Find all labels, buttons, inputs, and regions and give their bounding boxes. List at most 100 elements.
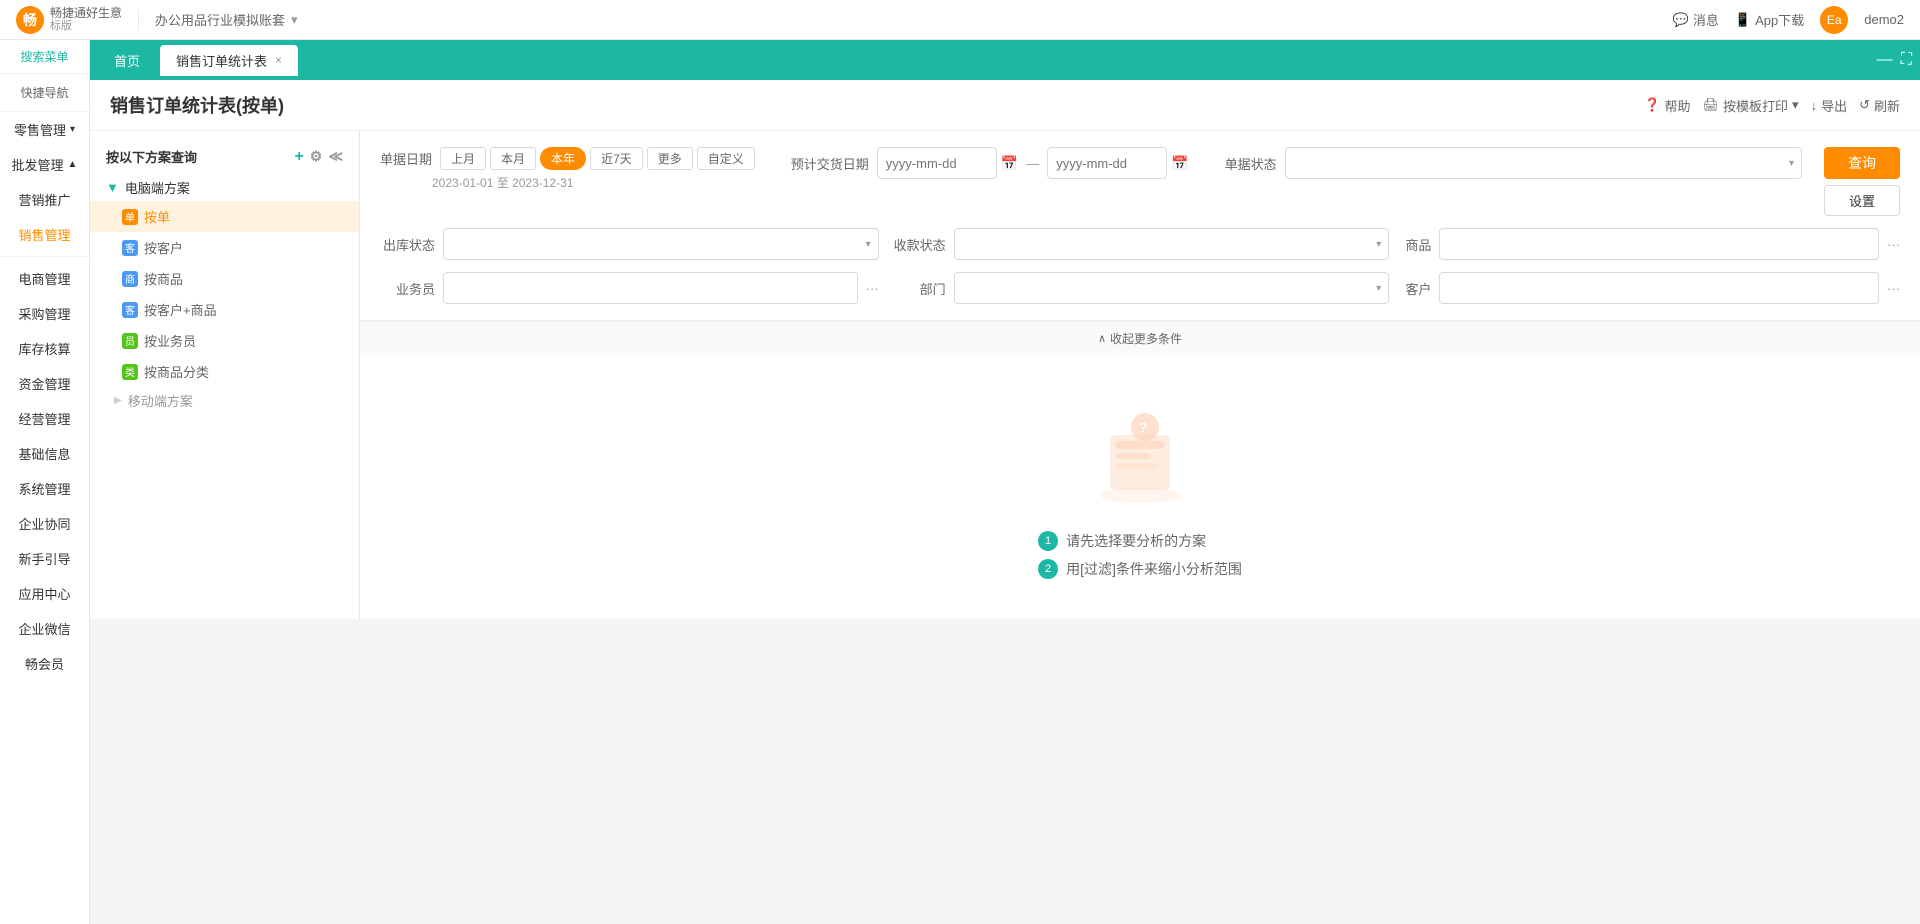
sub-category-mobile[interactable]: ▶ 移动端方案 <box>90 387 359 414</box>
ship-status-label: 出库状态 <box>380 235 435 254</box>
page-header-actions: ❓ 帮助 🖨 按模板打印 ▾ ↓ 导出 ↺ 刷新 <box>1644 96 1900 115</box>
scheme-item-by-order[interactable]: 单 按单 <box>90 201 359 232</box>
tab-home[interactable]: 首页 <box>98 45 156 76</box>
scheme-item-by-goods[interactable]: 商 按商品 <box>90 263 359 294</box>
tab-bar-right: — ⛶ <box>1877 51 1912 69</box>
mobile-scheme-label: 移动端方案 <box>128 391 193 410</box>
collapse-scheme-btn[interactable]: ≪ <box>328 148 343 166</box>
scheme-item-by-customer-goods[interactable]: 客 按客户+商品 <box>90 294 359 325</box>
add-scheme-btn[interactable]: + <box>294 148 303 166</box>
scheme-icon-goods: 商 <box>122 271 138 287</box>
sidebar-label-system: 系统管理 <box>18 479 70 498</box>
this-year-btn[interactable]: 本年 <box>540 147 586 170</box>
user-avatar[interactable]: Ea <box>1820 6 1848 34</box>
sidebar-item-apps[interactable]: 应用中心 <box>0 576 89 611</box>
window-maximize-icon[interactable]: ⛶ <box>1901 51 1912 69</box>
quick-nav-label[interactable]: 快捷导航 <box>0 78 89 107</box>
collapse-bar[interactable]: ∧ 收起更多条件 <box>360 321 1920 355</box>
sidebar-item-operations[interactable]: 经营管理 <box>0 401 89 436</box>
refresh-btn[interactable]: ↺ 刷新 <box>1859 96 1900 115</box>
query-section: 单据日期 上月 本月 本年 近7天 更多 自定义 <box>360 131 1920 321</box>
date-label-row: 单据日期 上月 本月 本年 近7天 更多 自定义 <box>380 147 755 170</box>
sidebar-item-basic[interactable]: 基础信息 <box>0 436 89 471</box>
dept-select[interactable] <box>954 272 1390 304</box>
sidebar-label-corp: 企业协同 <box>18 514 70 533</box>
scheme-header-actions: + ⚙ ≪ <box>294 148 343 166</box>
scheme-item-by-customer[interactable]: 客 按客户 <box>90 232 359 263</box>
pc-scheme-label: 电脑端方案 <box>125 178 190 197</box>
dropdown-arrow-icon[interactable]: ▾ <box>291 12 298 28</box>
empty-state: ? 1 请先选择要分析的方案 2 用[过滤]条件来缩小分析范围 <box>360 355 1920 619</box>
staff-input[interactable] <box>443 272 858 304</box>
sidebar-label-apps: 应用中心 <box>18 584 70 603</box>
custom-date-btn[interactable]: 自定义 <box>697 147 755 170</box>
sidebar-search-section: 搜索菜单 <box>0 40 89 74</box>
calendar-icon-from[interactable]: 📅 <box>1001 155 1018 172</box>
expected-date-from-input[interactable] <box>877 147 997 179</box>
more-date-btn[interactable]: 更多 <box>647 147 693 170</box>
tip-text-1: 请先选择要分析的方案 <box>1066 531 1206 551</box>
dept-group: 部门 <box>891 272 1390 304</box>
sidebar-label-ecommerce: 电商管理 <box>18 269 70 288</box>
status-select[interactable] <box>1285 147 1802 179</box>
avatar-label: Ea <box>1827 13 1842 27</box>
app-download-btn[interactable]: 📱 App下载 <box>1735 10 1804 29</box>
sidebar-item-retail[interactable]: 零售管理 ▾ <box>0 112 89 147</box>
sidebar-label-wechat: 企业微信 <box>18 619 70 638</box>
tip-num-1: 1 <box>1038 531 1058 551</box>
sidebar-item-inventory[interactable]: 库存核算 <box>0 331 89 366</box>
settings-scheme-btn[interactable]: ⚙ <box>310 148 323 166</box>
sidebar-label-purchase: 采购管理 <box>18 304 70 323</box>
message-btn[interactable]: 💬 消息 <box>1673 10 1719 29</box>
sidebar-item-ecommerce[interactable]: 电商管理 <box>0 261 89 296</box>
customer-more-icon[interactable]: ··· <box>1887 281 1900 296</box>
goods-input[interactable] <box>1439 228 1879 260</box>
date-separator: — <box>1026 156 1039 171</box>
scheme-item-by-goods-category[interactable]: 类 按商品分类 <box>90 356 359 387</box>
scheme-icon-staff: 员 <box>122 333 138 349</box>
page-content: 销售订单统计表(按单) ❓ 帮助 🖨 按模板打印 ▾ ↓ 导出 <box>90 80 1920 924</box>
sidebar-item-member[interactable]: 畅会员 <box>0 646 89 681</box>
tab-sales-stats[interactable]: 销售订单统计表 × <box>160 45 298 76</box>
receive-status-select[interactable] <box>954 228 1390 260</box>
staff-label: 业务员 <box>380 279 435 298</box>
brand-name: 畅捷通好生意 标版 <box>50 6 122 34</box>
this-month-btn[interactable]: 本月 <box>490 147 536 170</box>
sidebar-label-sales: 销售管理 <box>18 225 70 244</box>
export-btn[interactable]: ↓ 导出 <box>1811 96 1848 115</box>
last-month-btn[interactable]: 上月 <box>440 147 486 170</box>
goods-label: 商品 <box>1401 235 1431 254</box>
sidebar-item-marketing[interactable]: 营销推广 <box>0 182 89 217</box>
date-label: 单据日期 <box>380 149 432 168</box>
last-7-days-btn[interactable]: 近7天 <box>590 147 643 170</box>
sidebar-item-sales[interactable]: 销售管理 <box>0 217 89 252</box>
expected-date-to-input[interactable] <box>1047 147 1167 179</box>
main-layout: 搜索菜单 快捷导航 零售管理 ▾ 批发管理 ▲ 营销推广 销售管理 电商管理 采… <box>0 40 1920 924</box>
calendar-icon-to[interactable]: 📅 <box>1171 155 1188 172</box>
query-btn[interactable]: 查询 <box>1824 147 1900 179</box>
print-btn[interactable]: 🖨 按模板打印 ▾ <box>1703 96 1799 115</box>
window-minimize-icon[interactable]: — <box>1877 51 1893 69</box>
ship-status-select[interactable] <box>443 228 879 260</box>
sidebar-item-system[interactable]: 系统管理 <box>0 471 89 506</box>
page-title: 销售订单统计表(按单) <box>110 92 284 118</box>
scheme-item-by-staff[interactable]: 员 按业务员 <box>90 325 359 356</box>
username-label: demo2 <box>1864 12 1904 27</box>
customer-input[interactable] <box>1439 272 1879 304</box>
sidebar-item-purchase[interactable]: 采购管理 <box>0 296 89 331</box>
wholesale-arrow-icon: ▲ <box>68 159 78 170</box>
help-btn[interactable]: ❓ 帮助 <box>1644 96 1690 115</box>
sidebar-item-corp[interactable]: 企业协同 <box>0 506 89 541</box>
search-menu-label[interactable]: 搜索菜单 <box>20 50 68 64</box>
sidebar-item-finance[interactable]: 资金管理 <box>0 366 89 401</box>
tab-close-btn[interactable]: × <box>275 53 282 67</box>
settings-btn[interactable]: 设置 <box>1824 185 1900 216</box>
sidebar-item-wholesale[interactable]: 批发管理 ▲ <box>0 147 89 182</box>
page-header: 销售订单统计表(按单) ❓ 帮助 🖨 按模板打印 ▾ ↓ 导出 <box>90 80 1920 131</box>
main-body: 按以下方案查询 + ⚙ ≪ ▼ 电脑端方案 单 <box>90 131 1920 619</box>
staff-more-icon[interactable]: ··· <box>866 281 879 296</box>
sidebar-item-guide[interactable]: 新手引导 <box>0 541 89 576</box>
goods-more-icon[interactable]: ··· <box>1887 237 1900 252</box>
app-icon: 📱 <box>1735 12 1751 28</box>
sidebar-item-wechat[interactable]: 企业微信 <box>0 611 89 646</box>
